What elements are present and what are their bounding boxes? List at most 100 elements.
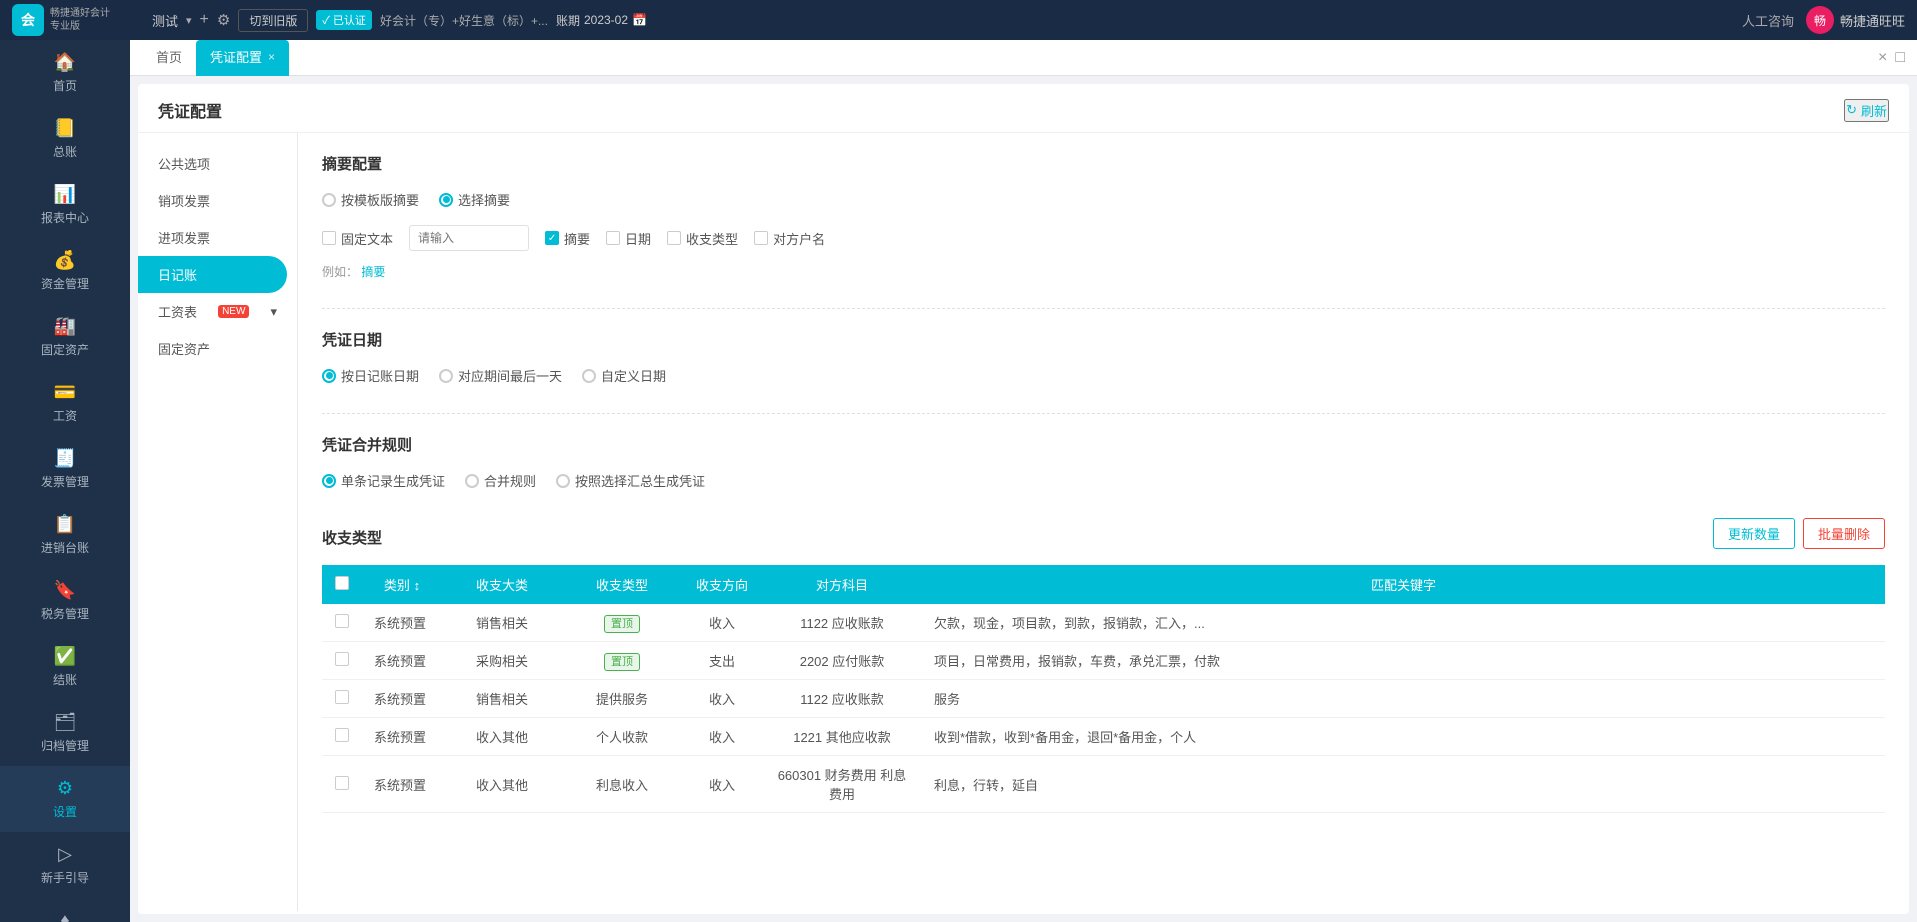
- th-account: 对方科目: [762, 565, 922, 604]
- topbar-center: 测试 ▾ + ⚙ 切到旧版 ✓ 已认证 好会计（专）+好生意（标）+... 账期…: [152, 9, 1732, 32]
- left-nav-fixed-asset[interactable]: 固定资产: [138, 330, 297, 367]
- radio-select[interactable]: 选择摘要: [439, 190, 510, 209]
- consult-link[interactable]: 人工咨询: [1742, 11, 1794, 30]
- sidebar-item-ledger[interactable]: 📒 总账: [0, 106, 130, 172]
- fixed-text-input[interactable]: [409, 225, 529, 251]
- row-checkbox-1[interactable]: [335, 652, 349, 666]
- sidebar-item-purchase[interactable]: 📋 进销台账: [0, 502, 130, 568]
- summary-title: 摘要配置: [322, 153, 1885, 174]
- left-nav-public[interactable]: 公共选项: [138, 145, 297, 182]
- checkbox-summary[interactable]: ✓ 摘要: [545, 229, 590, 248]
- merge-title: 凭证合并规则: [322, 434, 1885, 455]
- voucher-date-radio-group: 按日记账日期 对应期间最后一天 自定义日期: [322, 366, 1885, 385]
- user-info: 畅 畅捷通旺旺: [1806, 6, 1905, 34]
- tab-voucher-config[interactable]: 凭证配置 ×: [196, 40, 289, 76]
- row-major: 采购相关: [442, 642, 562, 680]
- salary-icon: 💳: [54, 382, 76, 403]
- radio-circle-single: [322, 474, 336, 488]
- page-content: 凭证配置 ↻ 刷新 公共选项 销项发票 进项发票: [138, 84, 1909, 914]
- sort-icon: ↕: [414, 578, 421, 593]
- row-checkbox-3[interactable]: [335, 728, 349, 742]
- top-tag[interactable]: 置顶: [604, 653, 640, 671]
- add-icon[interactable]: +: [200, 11, 209, 29]
- sidebar-item-label: 归档管理: [41, 737, 89, 754]
- row-checkbox-cell: [322, 604, 362, 642]
- batch-delete-button[interactable]: 批量删除: [1803, 518, 1885, 549]
- income-expense-title: 收支类型: [322, 527, 382, 548]
- topbar-settings-icon[interactable]: ⚙: [217, 11, 230, 29]
- update-count-button[interactable]: 更新数量: [1713, 518, 1795, 549]
- sidebar-item-label: 报表中心: [41, 209, 89, 226]
- radio-single[interactable]: 单条记录生成凭证: [322, 471, 445, 490]
- row-checkbox-0[interactable]: [335, 614, 349, 628]
- sidebar-item-invoice[interactable]: 🧾 发票管理: [0, 436, 130, 502]
- radio-template[interactable]: 按模板版摘要: [322, 190, 419, 209]
- voucher-date-section: 凭证日期 按日记账日期 对应期间最后一天: [322, 329, 1885, 385]
- radio-period-last[interactable]: 对应期间最后一天: [439, 366, 562, 385]
- sidebar-item-home[interactable]: 🏠 首页: [0, 40, 130, 106]
- left-nav: 公共选项 销项发票 进项发票 日记账 工资表 NEW ▾: [138, 133, 298, 911]
- row-checkbox-4[interactable]: [335, 776, 349, 790]
- period-label: 账期 2023-02 📅: [556, 12, 647, 29]
- topbar: 会 畅捷通好会计 专业版 测试 ▾ + ⚙ 切到旧版 ✓ 已认证 好会计（专）+…: [0, 0, 1917, 40]
- row-keywords: 收到*借款，收到*备用金，退回*备用金，个人: [922, 718, 1885, 756]
- sidebar-item-settlement[interactable]: ✅ 结账: [0, 634, 130, 700]
- radio-circle-summary-gen: [556, 474, 570, 488]
- maximize-button[interactable]: □: [1895, 49, 1905, 67]
- sidebar-item-fund[interactable]: 💰 资金管理: [0, 238, 130, 304]
- radio-circle-period-last: [439, 369, 453, 383]
- sidebar-item-report[interactable]: 📊 报表中心: [0, 172, 130, 238]
- checkbox-box-counterparty: [754, 231, 768, 245]
- radio-merge[interactable]: 合并规则: [465, 471, 536, 490]
- radio-custom-date[interactable]: 自定义日期: [582, 366, 666, 385]
- summary-checkbox-row: 固定文本 ✓ 摘要 日期: [322, 225, 1885, 251]
- sidebar-item-salary[interactable]: 💳 工资: [0, 370, 130, 436]
- select-all-checkbox[interactable]: [335, 576, 349, 590]
- left-nav-sales[interactable]: 销项发票: [138, 182, 297, 219]
- asset-icon: 🏭: [54, 316, 76, 337]
- checkbox-counterparty[interactable]: 对方户名: [754, 229, 825, 248]
- switch-version-button[interactable]: 切到旧版: [238, 9, 308, 32]
- income-expense-section: 收支类型 更新数量 批量删除: [322, 518, 1885, 813]
- checkbox-date[interactable]: 日期: [606, 229, 651, 248]
- topbar-right: 人工咨询 畅 畅捷通旺旺: [1742, 6, 1905, 34]
- radio-circle-journal-date: [322, 369, 336, 383]
- radio-circle-merge: [465, 474, 479, 488]
- row-direction: 收入: [682, 680, 762, 718]
- sidebar-item-settings[interactable]: ⚙ 设置: [0, 766, 130, 832]
- th-checkbox: [322, 565, 362, 604]
- row-checkbox-2[interactable]: [335, 690, 349, 704]
- dropdown-arrow-icon[interactable]: ▾: [186, 14, 192, 27]
- sidebar-item-tax[interactable]: 🔖 税务管理: [0, 568, 130, 634]
- top-tag[interactable]: 置顶: [604, 615, 640, 633]
- row-direction: 收入: [682, 718, 762, 756]
- tab-actions: × □: [1878, 49, 1905, 67]
- sidebar-item-archive[interactable]: 🗂 归档管理: [0, 700, 130, 766]
- member-icon: ♦: [60, 910, 69, 922]
- example-value: 摘要: [361, 265, 385, 279]
- tab-home[interactable]: 首页: [142, 40, 196, 76]
- checkbox-fixed-text[interactable]: 固定文本: [322, 229, 393, 248]
- sidebar-item-label: 设置: [53, 803, 77, 820]
- merge-section: 凭证合并规则 单条记录生成凭证 合并规则: [322, 434, 1885, 490]
- row-type: 提供服务: [562, 680, 682, 718]
- left-nav-journal[interactable]: 日记账: [138, 256, 287, 293]
- row-category: 系统预置: [362, 642, 442, 680]
- sidebar-item-member[interactable]: ♦ 畅会员: [0, 898, 130, 922]
- calendar-icon[interactable]: 📅: [632, 13, 647, 27]
- table-row: 系统预置 销售相关 置顶 收入 1122 应收账款 欠款，现金，项目款，到款，报…: [322, 604, 1885, 642]
- checkbox-type[interactable]: 收支类型: [667, 229, 738, 248]
- minimize-button[interactable]: ×: [1878, 49, 1887, 67]
- checkbox-box-summary: ✓: [545, 231, 559, 245]
- close-icon[interactable]: ×: [268, 50, 275, 64]
- sidebar-item-asset[interactable]: 🏭 固定资产: [0, 304, 130, 370]
- refresh-button[interactable]: ↻ 刷新: [1844, 99, 1889, 122]
- radio-journal-date[interactable]: 按日记账日期: [322, 366, 419, 385]
- left-nav-payroll[interactable]: 工资表 NEW ▾: [138, 293, 297, 330]
- left-nav-purchase-inv[interactable]: 进项发票: [138, 219, 297, 256]
- tab-bar: 首页 凭证配置 × × □: [130, 40, 1917, 76]
- sidebar-item-guide[interactable]: ▷ 新手引导: [0, 832, 130, 898]
- refresh-icon: ↻: [1846, 102, 1857, 118]
- radio-summary-gen[interactable]: 按照选择汇总生成凭证: [556, 471, 705, 490]
- row-keywords: 项目，日常费用，报销款，车费，承兑汇票，付款: [922, 642, 1885, 680]
